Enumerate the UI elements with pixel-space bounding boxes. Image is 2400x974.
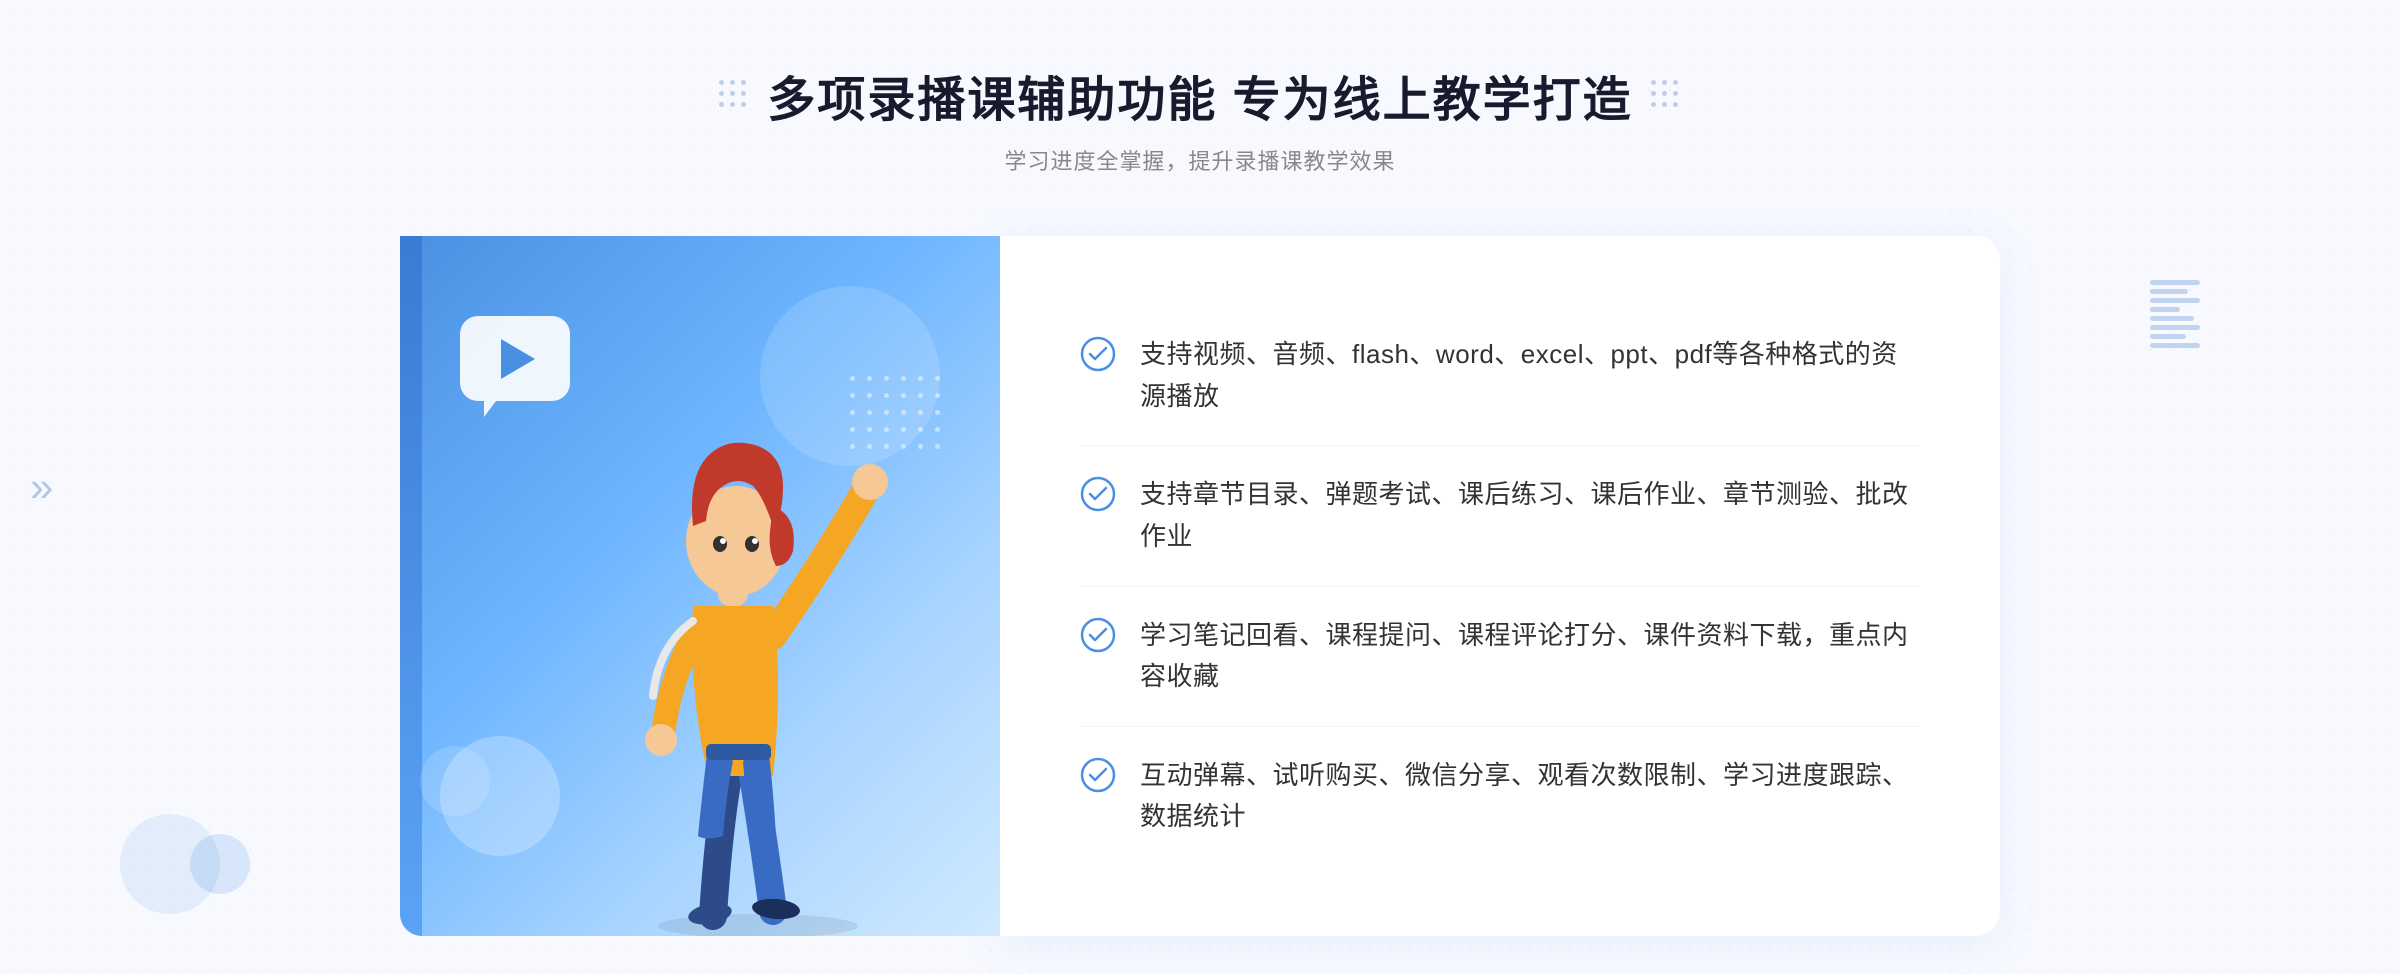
main-title: 多项录播课辅助功能 专为线上教学打造: [767, 60, 1632, 130]
check-icon-3: [1080, 617, 1116, 653]
chevron-icon: »: [30, 462, 53, 512]
illus-circle-small: [420, 746, 490, 816]
blue-accent-bar: [400, 236, 422, 936]
header-section: 多项录播课辅助功能 专为线上教学打造 学习进度全掌握，提升录播课教学效果: [719, 60, 1680, 176]
feature-item-3: 学习笔记回看、课程提问、课程评论打分、课件资料下载，重点内容收藏: [1080, 587, 1920, 727]
feature-item-1: 支持视频、音频、flash、word、excel、ppt、pdf等各种格式的资源…: [1080, 306, 1920, 446]
feature-item-4: 互动弹幕、试听购买、微信分享、观看次数限制、学习进度跟踪、数据统计: [1080, 727, 1920, 866]
left-chevron-decoration: »: [30, 462, 53, 512]
feature-text-1: 支持视频、音频、flash、word、excel、ppt、pdf等各种格式的资源…: [1140, 334, 1920, 417]
check-icon-2: [1080, 476, 1116, 512]
right-title-dots: [1651, 80, 1681, 110]
play-bubble: [460, 316, 580, 416]
play-icon: [501, 339, 535, 379]
check-icon-1: [1080, 336, 1116, 372]
feature-item-2: 支持章节目录、弹题考试、课后练习、课后作业、章节测验、批改作业: [1080, 446, 1920, 586]
subtitle: 学习进度全掌握，提升录播课教学效果: [719, 144, 1680, 176]
stripe-decoration: [2150, 280, 2200, 380]
title-row: 多项录播课辅助功能 专为线上教学打造: [719, 60, 1680, 130]
check-icon-4: [1080, 757, 1116, 793]
content-section: 支持视频、音频、flash、word、excel、ppt、pdf等各种格式的资源…: [400, 236, 2000, 936]
play-bubble-shape: [460, 316, 570, 401]
page-container: 多项录播课辅助功能 专为线上教学打造 学习进度全掌握，提升录播课教学效果: [0, 0, 2400, 974]
light-beam: [760, 286, 940, 466]
bottom-circle-small: [190, 834, 250, 894]
feature-text-2: 支持章节目录、弹题考试、课后练习、课后作业、章节测验、批改作业: [1140, 474, 1920, 557]
illustration-area: [400, 236, 1000, 936]
left-title-dots: [719, 80, 749, 110]
feature-text-4: 互动弹幕、试听购买、微信分享、观看次数限制、学习进度跟踪、数据统计: [1140, 755, 1920, 838]
feature-text-3: 学习笔记回看、课程提问、课程评论打分、课件资料下载，重点内容收藏: [1140, 615, 1920, 698]
features-area: 支持视频、音频、flash、word、excel、ppt、pdf等各种格式的资源…: [1000, 236, 2000, 936]
